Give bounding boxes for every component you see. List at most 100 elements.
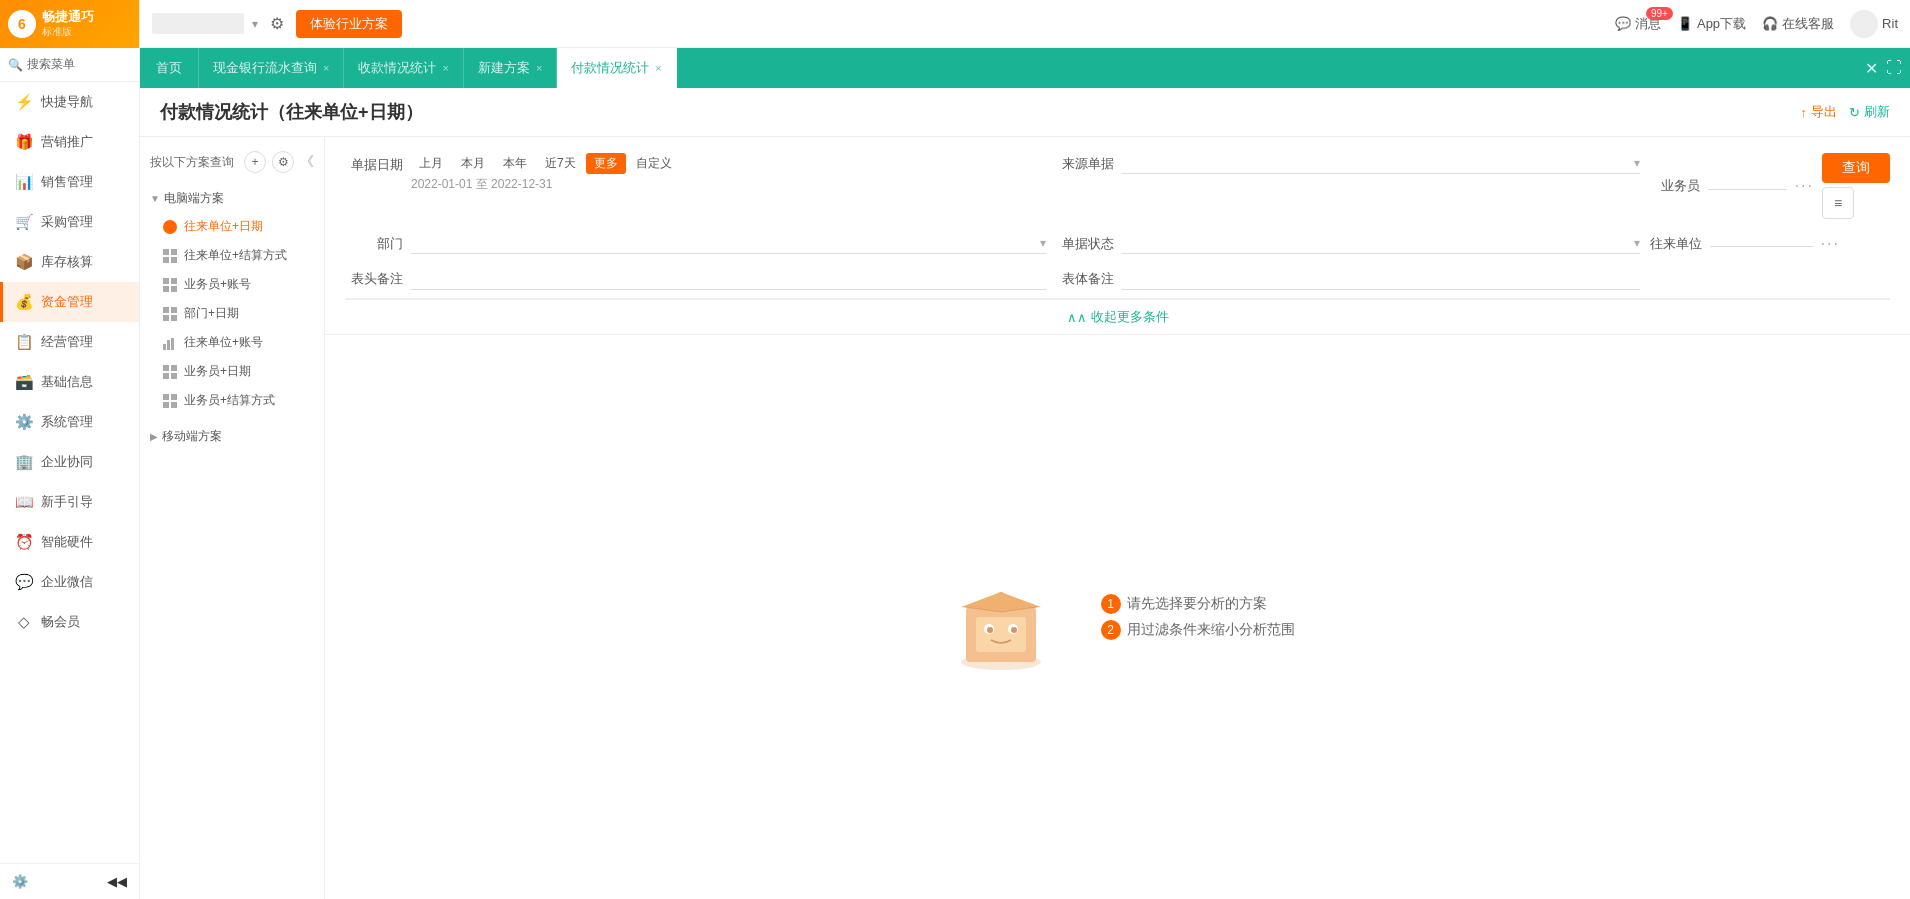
sidebar-item-marketing[interactable]: 🎁 营销推广 [0,122,139,162]
right-area: 单据日期 上月 本月 本年 近7天 更多 自定义 20 [325,137,1910,899]
sidebar-item-inventory[interactable]: 📦 库存核算 [0,242,139,282]
sidebar-item-membership[interactable]: ◇ 畅会员 [0,602,139,642]
sidebar-footer: ⚙️ ◀◀ [0,863,139,899]
sidebar-item-finance[interactable]: 💰 资金管理 [0,282,139,322]
notice-badge: 99+ [1646,7,1673,20]
scheme-item-2[interactable]: 业务员+账号 [140,270,324,299]
headernote-field[interactable] [411,271,1046,286]
scheme-settings-btn[interactable]: ⚙ [272,151,294,173]
sidebar-collapse-icon[interactable]: ◀◀ [107,874,127,889]
date-btn-thisyear[interactable]: 本年 [495,153,535,174]
sidebar-item-enterprise[interactable]: 🏢 企业协同 [0,442,139,482]
date-btn-more[interactable]: 更多 [586,153,626,174]
membership-icon: ◇ [15,613,33,631]
tab-receivables[interactable]: 收款情况统计 × [344,48,463,88]
date-btn-lastmonth[interactable]: 上月 [411,153,451,174]
refresh-btn[interactable]: ↻ 刷新 [1849,103,1890,121]
sidebar-item-sales[interactable]: 📊 销售管理 [0,162,139,202]
sidebar-settings-icon[interactable]: ⚙️ [12,874,28,889]
sidebar-item-smarthw[interactable]: ⏰ 智能硬件 [0,522,139,562]
logo-text: 畅捷通巧 标准版 [42,9,94,39]
svg-rect-21 [171,394,177,400]
svg-rect-13 [163,344,166,350]
add-scheme-btn[interactable]: + [244,151,266,173]
sidebar-item-basicinfo[interactable]: 🗃️ 基础信息 [0,362,139,402]
scheme-item-5[interactable]: 业务员+日期 [140,357,324,386]
sidebar-item-operations[interactable]: 📋 经营管理 [0,322,139,362]
sidebar-item-guide[interactable]: 📖 新手引导 [0,482,139,522]
counterpart-select[interactable] [1710,240,1813,247]
dept-select-arrow: ▾ [1040,236,1046,250]
online-service-btn[interactable]: 🎧 在线客服 [1762,15,1834,33]
export-btn[interactable]: ↑ 导出 [1801,103,1838,121]
tab-payment-close[interactable]: × [655,62,661,74]
panel-toolbar-actions: + ⚙ 《 [244,151,314,173]
user-avatar-area[interactable]: Rit [1850,10,1898,38]
scheme-item-4[interactable]: 往来单位+账号 [140,328,324,357]
filter-settings-btn[interactable]: ≡ [1822,187,1854,219]
svg-rect-23 [171,402,177,408]
tab-home[interactable]: 首页 [140,48,199,88]
trial-btn[interactable]: 体验行业方案 [296,10,402,38]
purchase-icon: 🛒 [15,213,33,231]
scheme-item-6[interactable]: 业务员+结算方式 [140,386,324,415]
collapse-btn[interactable]: ∧∧ 收起更多条件 [345,299,1890,334]
scheme-item-3[interactable]: 部门+日期 [140,299,324,328]
panel-collapse-btn[interactable]: 《 [300,153,314,171]
topbar-gear-icon[interactable]: ⚙ [270,14,284,33]
topbar: ▾ ⚙ 体验行业方案 💬 消息 99+ 📱 App下载 🎧 在线客服 Rit [140,0,1910,48]
scheme-item-0[interactable]: 往来单位+日期 [140,212,324,241]
tab-payment[interactable]: 付款情况统计 × [557,48,676,88]
page-header: 付款情况统计（往来单位+日期） ↑ 导出 ↻ 刷新 [140,88,1910,137]
tab-receivables-close[interactable]: × [442,62,448,74]
empty-state: 1 请先选择要分析的方案 2 用过滤条件来缩小分析范围 [325,334,1910,899]
filter-date-cell: 单据日期 上月 本月 本年 近7天 更多 自定义 20 [345,153,1056,193]
date-btn-thismonth[interactable]: 本月 [453,153,493,174]
tab-close-all-icon[interactable]: ✕ [1865,59,1878,78]
notice-btn[interactable]: 💬 消息 99+ [1615,15,1661,33]
tab-fullscreen-icon[interactable]: ⛶ [1886,59,1902,77]
docstatus-select-arrow: ▾ [1634,236,1640,250]
svg-rect-7 [163,286,169,292]
sidebar-item-purchase[interactable]: 🛒 采购管理 [0,202,139,242]
quicknav-icon: ⚡ [15,93,33,111]
bodynote-input[interactable] [1122,268,1640,290]
tab-cashflow[interactable]: 现金银行流水查询 × [199,48,344,88]
source-select[interactable]: ▾ [1122,153,1640,174]
tab-newscheme[interactable]: 新建方案 × [464,48,557,88]
scheme-item-1[interactable]: 往来单位+结算方式 [140,241,324,270]
left-panel: 按以下方案查询 + ⚙ 《 ▼ 电脑端方案 [140,137,325,899]
headernote-input[interactable] [411,268,1046,290]
sidebar-header: 6 畅捷通巧 标准版 [0,0,139,48]
svg-rect-1 [163,249,169,255]
bodynote-field[interactable] [1122,271,1640,286]
tab-receivables-label: 收款情况统计 [358,59,436,77]
salesperson-select[interactable] [1708,183,1787,190]
headset-icon: 🎧 [1762,16,1778,31]
scheme-group-header-desktop[interactable]: ▼ 电脑端方案 [140,185,324,212]
marketing-icon: 🎁 [15,133,33,151]
app-download-btn[interactable]: 📱 App下载 [1677,15,1746,33]
finance-icon: 💰 [15,293,33,311]
query-btn[interactable]: 查询 [1822,153,1890,183]
date-btn-custom[interactable]: 自定义 [628,153,680,174]
svg-point-0 [163,220,177,234]
search-menu[interactable]: 🔍 搜索菜单 [0,48,139,82]
scheme-group-header-mobile[interactable]: ▶ 移动端方案 [140,423,324,450]
salesperson-more-btn[interactable]: ··· [1795,177,1814,195]
date-buttons: 上月 本月 本年 近7天 更多 自定义 [411,153,1046,174]
tab-newscheme-close[interactable]: × [536,62,542,74]
docstatus-select[interactable]: ▾ [1122,233,1640,254]
sidebar-item-wechat[interactable]: 💬 企业微信 [0,562,139,602]
svg-rect-17 [171,365,177,371]
sidebar-item-system[interactable]: ⚙️ 系统管理 [0,402,139,442]
filter-source-cell: 来源单据 ▾ [1056,153,1650,174]
dept-select[interactable]: ▾ [411,233,1046,254]
tab-cashflow-close[interactable]: × [323,62,329,74]
headernote-label: 表头备注 [345,270,403,288]
sales-icon: 📊 [15,173,33,191]
counterpart-more-btn[interactable]: ··· [1821,235,1840,253]
sidebar-item-quicknav[interactable]: ⚡ 快捷导航 [0,82,139,122]
date-btn-7days[interactable]: 近7天 [537,153,584,174]
sidebar-nav: ⚡ 快捷导航 🎁 营销推广 📊 销售管理 🛒 采购管理 📦 库存核算 💰 资金管… [0,82,139,863]
